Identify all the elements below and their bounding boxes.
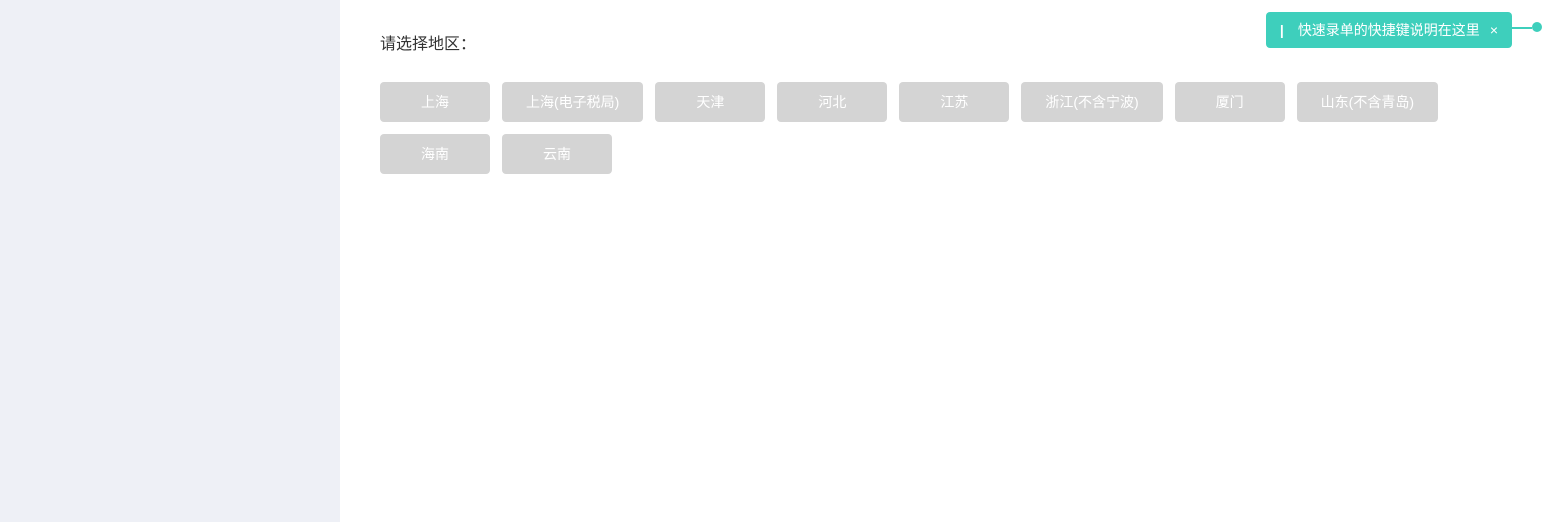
tooltip-text: 快速录单的快捷键说明在这里 <box>1298 20 1480 40</box>
region-button-tianjin[interactable]: 天津 <box>655 82 765 122</box>
main-content: 请选择地区： 上海上海(电子税局)天津河北江苏浙江(不含宁波)厦门山东(不含青岛… <box>340 0 1562 522</box>
tooltip-connector-dot <box>1532 22 1542 32</box>
region-button-hebei[interactable]: 河北 <box>777 82 887 122</box>
tooltip-connector-line <box>1512 27 1532 29</box>
region-button-zhejiang[interactable]: 浙江(不含宁波) <box>1021 82 1162 122</box>
tooltip-close-button[interactable]: × <box>1490 22 1498 38</box>
region-button-xiamen[interactable]: 厦门 <box>1175 82 1285 122</box>
region-button-hainan[interactable]: 海南 <box>380 134 490 174</box>
tooltip-banner: 快速录单的快捷键说明在这里 × <box>1266 12 1512 48</box>
region-button-group: 上海上海(电子税局) 天津河北江苏浙江(不含宁波) 厦门山东(不含青岛) 海南云南 <box>380 82 1522 174</box>
region-button-shandong[interactable]: 山东(不含青岛) <box>1297 82 1438 122</box>
region-button-jiangsu[interactable]: 江苏 <box>899 82 1009 122</box>
region-button-yunnan[interactable]: 云南 <box>502 134 612 174</box>
region-button-shanghai[interactable]: 上海 <box>380 82 490 122</box>
left-sidebar <box>0 0 340 522</box>
region-button-shanghai-etax[interactable]: 上海(电子税局) <box>502 82 643 122</box>
